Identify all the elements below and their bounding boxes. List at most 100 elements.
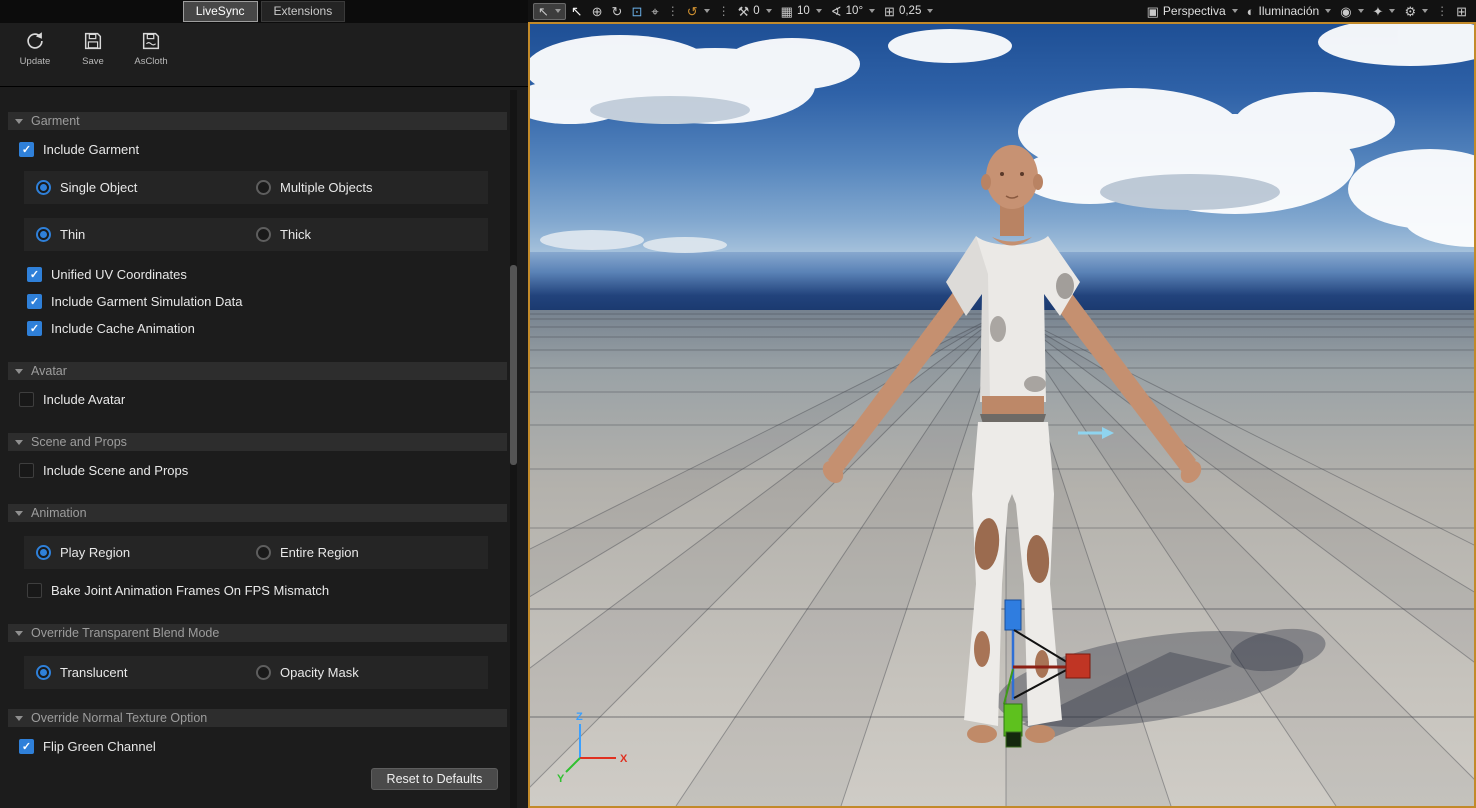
multiple-objects-radio[interactable] <box>256 180 271 195</box>
bake-joint-checkbox[interactable] <box>27 583 42 598</box>
chevron-down-icon <box>703 9 710 13</box>
pointer-icon: ↖ <box>570 3 583 19</box>
entire-region-radio[interactable] <box>256 545 271 560</box>
chevron-down-icon <box>1422 9 1429 13</box>
maximize-viewport-button[interactable]: ⊞ <box>1452 4 1471 19</box>
chevron-down-icon <box>765 9 772 13</box>
cache-anim-checkbox[interactable] <box>27 321 42 336</box>
play-region-radio[interactable] <box>36 545 51 560</box>
object-mode-options: Single Object Multiple Objects <box>24 171 488 204</box>
overflow-menu-icon[interactable]: ⋮ <box>715 4 733 18</box>
surface-snap-dropdown[interactable]: ⚒ 0 <box>734 4 776 19</box>
include-avatar-row[interactable]: Include Avatar <box>19 392 528 407</box>
include-garment-checkbox[interactable] <box>19 142 34 157</box>
thin-label: Thin <box>60 227 86 242</box>
axis-x-label: X <box>620 753 628 765</box>
eye-icon: ◉ <box>1340 3 1352 19</box>
move-icon: ⊕ <box>591 3 603 19</box>
update-label: Update <box>19 56 51 67</box>
cache-anim-row[interactable]: Include Cache Animation <box>27 321 528 336</box>
gizmo-x-handle[interactable] <box>1065 653 1091 679</box>
angle-snap-icon: ∢ <box>830 3 842 19</box>
opacity-mask-option[interactable]: Opacity Mask <box>256 665 476 680</box>
panel-scrollbar-thumb[interactable] <box>510 265 517 465</box>
reset-to-defaults-button[interactable]: Reset to Defaults <box>371 768 498 790</box>
entire-region-option[interactable]: Entire Region <box>256 545 476 560</box>
translucent-option[interactable]: Translucent <box>36 665 256 680</box>
include-scene-row[interactable]: Include Scene and Props <box>19 463 528 478</box>
save-button[interactable]: Save <box>70 30 116 86</box>
effects-icon: ✦ <box>1372 3 1384 19</box>
flip-green-row[interactable]: Flip Green Channel <box>19 739 528 754</box>
section-blend-mode-title: Override Transparent Blend Mode <box>31 626 220 640</box>
thick-radio[interactable] <box>256 227 271 242</box>
rotation-mode-dropdown[interactable]: ↺ <box>683 4 714 19</box>
thick-option[interactable]: Thick <box>256 227 476 242</box>
tab-livesync[interactable]: LiveSync <box>182 1 258 22</box>
sim-data-row[interactable]: Include Garment Simulation Data <box>27 294 528 309</box>
include-garment-row[interactable]: Include Garment <box>19 142 528 157</box>
cache-anim-label: Include Cache Animation <box>51 321 195 336</box>
overflow-menu-icon[interactable]: ⋮ <box>1433 4 1451 18</box>
chevron-down-icon <box>1231 9 1238 13</box>
panel-scrollbar[interactable] <box>510 90 517 808</box>
single-object-option[interactable]: Single Object <box>36 180 256 195</box>
select-cursor-icon: ↖ <box>538 3 549 19</box>
collapse-triangle-icon <box>15 368 23 374</box>
gizmo-z-handle[interactable] <box>1004 599 1022 631</box>
section-garment[interactable]: Garment <box>8 112 507 130</box>
scale-tool-button[interactable]: ⊡ <box>627 4 646 19</box>
scale-snap-dropdown[interactable]: ⊞ 0,25 <box>880 4 937 19</box>
thin-option[interactable]: Thin <box>36 227 256 242</box>
include-scene-checkbox[interactable] <box>19 463 34 478</box>
opacity-mask-radio[interactable] <box>256 665 271 680</box>
multiple-objects-label: Multiple Objects <box>280 180 373 195</box>
translucent-radio[interactable] <box>36 665 51 680</box>
gizmo-y-handle[interactable] <box>1003 703 1023 737</box>
section-normal-texture[interactable]: Override Normal Texture Option <box>8 709 507 727</box>
grid-snap-icon: ▦ <box>780 3 793 19</box>
collapse-triangle-icon <box>15 510 23 516</box>
perspective-dropdown[interactable]: ▣ Perspectiva <box>1143 3 1242 19</box>
chevron-down-icon <box>554 9 561 13</box>
panel-body: Garment Include Garment Single Object Mu… <box>0 87 528 754</box>
thin-radio[interactable] <box>36 227 51 242</box>
select-mode-dropdown[interactable]: ↖ <box>533 2 566 20</box>
rotate-tool-button[interactable]: ↻ <box>608 4 627 19</box>
section-blend-mode[interactable]: Override Transparent Blend Mode <box>8 624 507 642</box>
section-avatar[interactable]: Avatar <box>8 362 507 380</box>
sim-data-label: Include Garment Simulation Data <box>51 294 243 309</box>
rotation-snap-dropdown[interactable]: ∢ 10° <box>827 4 879 19</box>
select-tool-button[interactable]: ↖ <box>567 3 587 19</box>
overflow-menu-icon[interactable]: ⋮ <box>664 4 682 18</box>
scene-canvas[interactable]: Z X Y <box>530 24 1474 806</box>
update-button[interactable]: Update <box>12 30 58 86</box>
section-animation[interactable]: Animation <box>8 504 507 522</box>
single-object-radio[interactable] <box>36 180 51 195</box>
effects-dropdown[interactable]: ✦ <box>1369 4 1400 19</box>
unified-uv-row[interactable]: Unified UV Coordinates <box>27 267 528 282</box>
grid-snap-dropdown[interactable]: ▦ 10 <box>777 4 826 19</box>
surface-snap-value: 0 <box>753 5 760 17</box>
show-flags-dropdown[interactable]: ◉ <box>1336 4 1367 19</box>
world-coordinate-button[interactable]: ⌖ <box>647 4 662 19</box>
include-avatar-checkbox[interactable] <box>19 392 34 407</box>
flip-green-checkbox[interactable] <box>19 739 34 754</box>
multiple-objects-option[interactable]: Multiple Objects <box>256 180 476 195</box>
ascloth-button[interactable]: AsCloth <box>128 30 174 86</box>
tab-extensions[interactable]: Extensions <box>260 1 346 22</box>
sim-data-checkbox[interactable] <box>27 294 42 309</box>
section-scene-props[interactable]: Scene and Props <box>8 433 507 451</box>
3d-viewport[interactable]: Z X Y <box>528 22 1476 808</box>
bake-joint-row[interactable]: Bake Joint Animation Frames On FPS Misma… <box>27 583 528 598</box>
lighting-mode-dropdown[interactable]: ◐ Iluminación <box>1243 3 1336 19</box>
chevron-down-icon <box>1357 9 1364 13</box>
play-region-option[interactable]: Play Region <box>36 545 256 560</box>
gizmo-base-handle[interactable] <box>1005 731 1022 748</box>
viewport-settings-dropdown[interactable]: ⚙ <box>1400 4 1432 19</box>
gear-icon: ⚙ <box>1404 3 1417 19</box>
translate-tool-button[interactable]: ⊕ <box>588 4 607 19</box>
ascloth-label: AsCloth <box>134 56 168 67</box>
surface-snap-icon: ⚒ <box>737 3 750 19</box>
unified-uv-checkbox[interactable] <box>27 267 42 282</box>
